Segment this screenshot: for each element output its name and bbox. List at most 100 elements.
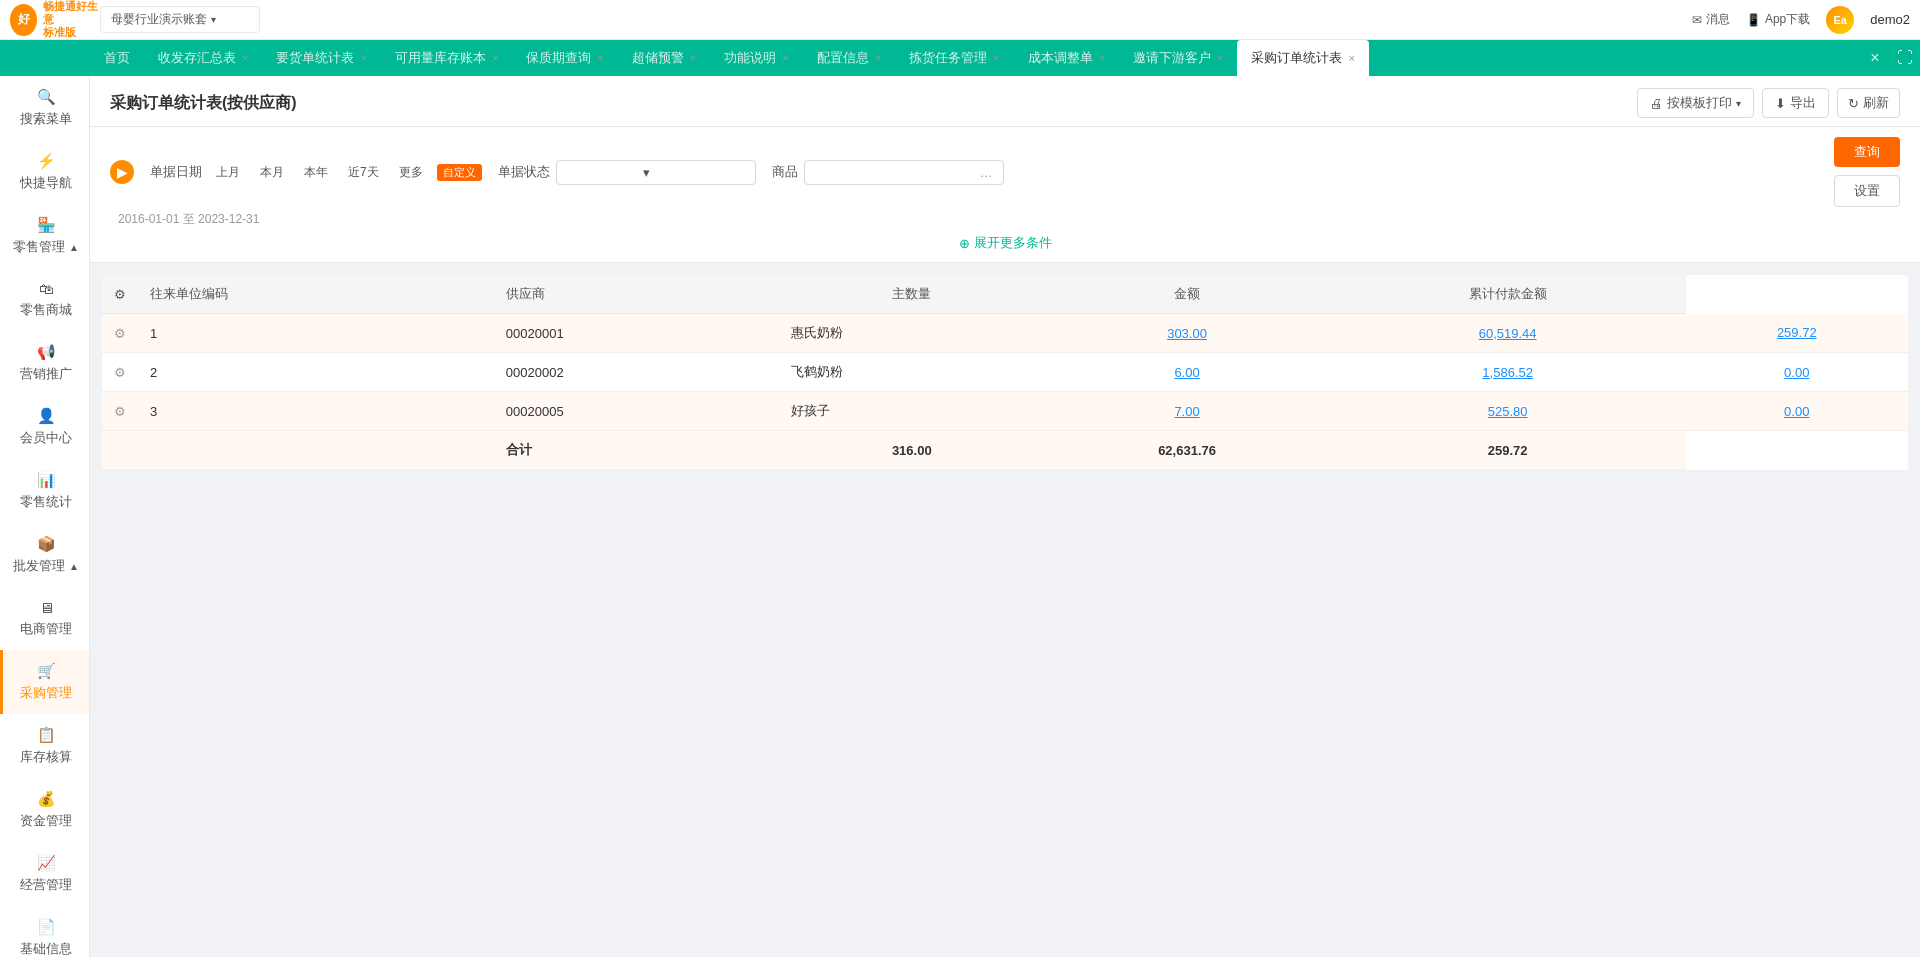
tab-close-icon[interactable]: × <box>492 52 498 64</box>
refresh-button[interactable]: ↻ 刷新 <box>1837 88 1900 118</box>
export-button[interactable]: ⬇ 导出 <box>1762 88 1829 118</box>
status-select[interactable]: ▾ <box>556 160 756 185</box>
sidebar-icon: 🛒 <box>37 662 56 680</box>
sidebar-item-经营管理[interactable]: 📈经营管理 <box>0 842 89 906</box>
main-layout: 🔍搜索菜单⚡快捷导航🏪零售管理▲🛍零售商城📢营销推广👤会员中心📊零售统计📦批发管… <box>0 76 1920 957</box>
sidebar-item-采购管理[interactable]: 🛒 采购管理 <box>0 650 89 714</box>
row-number: 1 <box>138 314 494 353</box>
sidebar: 🔍搜索菜单⚡快捷导航🏪零售管理▲🛍零售商城📢营销推广👤会员中心📊零售统计📦批发管… <box>0 76 90 957</box>
header-actions: 🖨 按模板打印 ▾ ⬇ 导出 ↻ 刷新 <box>1637 88 1900 118</box>
nav-tab-成本调整单[interactable]: 成本调整单× <box>1014 40 1119 76</box>
sidebar-label: 经营管理 <box>20 876 72 894</box>
col-paid: 累计付款金额 <box>1330 275 1686 314</box>
print-chevron: ▾ <box>1736 98 1741 109</box>
tab-close-icon[interactable]: × <box>360 52 366 64</box>
message-button[interactable]: ✉ 消息 <box>1692 11 1730 28</box>
sidebar-item-会员中心[interactable]: 👤会员中心 <box>0 395 89 459</box>
settings-button[interactable]: 设置 <box>1834 175 1900 207</box>
row-quantity[interactable]: 7.00 <box>1044 392 1329 431</box>
date-shortcut-上月[interactable]: 上月 <box>208 162 248 183</box>
nav-tab-保质期查询[interactable]: 保质期查询× <box>512 40 617 76</box>
date-shortcut-本月[interactable]: 本月 <box>252 162 292 183</box>
tab-close-icon[interactable]: × <box>1099 52 1105 64</box>
print-button[interactable]: 🖨 按模板打印 ▾ <box>1637 88 1754 118</box>
tab-close-icon[interactable]: × <box>1217 52 1223 64</box>
status-filter-item: 单据状态 ▾ <box>498 160 756 185</box>
toggle-arrow[interactable]: ▶ <box>110 160 134 184</box>
sidebar-item-基础信息[interactable]: 📄基础信息 <box>0 906 89 957</box>
nav-tab-超储预警[interactable]: 超储预警× <box>618 40 710 76</box>
tab-close-icon[interactable]: × <box>242 52 248 64</box>
workspace-chevron: ▾ <box>211 14 216 25</box>
app-download-button[interactable]: 📱 App下载 <box>1746 11 1810 28</box>
row-quantity[interactable]: 6.00 <box>1044 353 1329 392</box>
sidebar-label: 资金管理 <box>20 812 72 830</box>
row-paid[interactable]: 0.00 <box>1686 392 1908 431</box>
nav-tab-邀请下游客户[interactable]: 邀请下游客户× <box>1119 40 1237 76</box>
sidebar-item-资金管理[interactable]: 💰资金管理 <box>0 778 89 842</box>
tab-close-icon[interactable]: × <box>993 52 999 64</box>
date-shortcut-本年[interactable]: 本年 <box>296 162 336 183</box>
sidebar-item-搜索菜单[interactable]: 🔍搜索菜单 <box>0 76 89 140</box>
row-code: 00020001 <box>494 314 779 353</box>
nav-tab-收发存汇总表[interactable]: 收发存汇总表× <box>144 40 262 76</box>
nav-tab-采购订单统计表[interactable]: 采购订单统计表× <box>1237 40 1368 76</box>
query-button[interactable]: 查询 <box>1834 137 1900 167</box>
gear-icon[interactable]: ⚙ <box>114 365 126 380</box>
sidebar-label: 采购管理 <box>20 684 72 702</box>
sidebar-item-电商管理[interactable]: 🖥电商管理 <box>0 587 89 650</box>
goods-input[interactable]: … <box>804 160 1004 185</box>
close-all-button[interactable]: × <box>1860 40 1890 76</box>
sidebar-item-批发管理[interactable]: 📦批发管理▲ <box>0 523 89 587</box>
row-number: 2 <box>138 353 494 392</box>
row-gear[interactable]: ⚙ <box>102 314 138 353</box>
sidebar-item-零售统计[interactable]: 📊零售统计 <box>0 459 89 523</box>
date-shortcut-更多[interactable]: 更多 <box>391 162 431 183</box>
tab-close-icon[interactable]: × <box>782 52 788 64</box>
workspace-selector[interactable]: 母婴行业演示账套 ▾ <box>100 6 260 33</box>
gear-icon[interactable]: ⚙ <box>114 404 126 419</box>
col-gear: ⚙ <box>102 275 138 314</box>
nav-tab-要货单统计表[interactable]: 要货单统计表× <box>262 40 380 76</box>
nav-tab-功能说明[interactable]: 功能说明× <box>710 40 802 76</box>
row-amount[interactable]: 60,519.44 <box>1330 314 1686 353</box>
nav-tab-配置信息[interactable]: 配置信息× <box>803 40 895 76</box>
sidebar-item-零售管理[interactable]: 🏪零售管理▲ <box>0 204 89 268</box>
filter-row: ▶ 单据日期 上月本月本年近7天更多 自定义 单据状态 ▾ 商品 <box>110 137 1900 207</box>
sidebar-item-零售商城[interactable]: 🛍零售商城 <box>0 268 89 331</box>
message-icon: ✉ <box>1692 13 1702 27</box>
row-gear[interactable]: ⚙ <box>102 392 138 431</box>
sidebar-item-库存核算[interactable]: 📋库存核算 <box>0 714 89 778</box>
date-shortcut-近7天[interactable]: 近7天 <box>340 162 387 183</box>
gear-icon[interactable]: ⚙ <box>114 326 126 341</box>
nav-tab-拣货任务管理[interactable]: 拣货任务管理× <box>895 40 1013 76</box>
sidebar-item-营销推广[interactable]: 📢营销推广 <box>0 331 89 395</box>
row-quantity[interactable]: 303.00 <box>1044 314 1329 353</box>
workspace-name: 母婴行业演示账套 <box>111 11 207 28</box>
goods-ellipsis: … <box>980 165 993 180</box>
tab-close-icon[interactable]: × <box>597 52 603 64</box>
footer-label: 合计 <box>494 431 779 470</box>
tab-close-icon[interactable]: × <box>1348 52 1354 64</box>
status-chevron: ▾ <box>643 165 650 180</box>
tab-close-icon[interactable]: × <box>875 52 881 64</box>
tab-close-icon[interactable]: × <box>690 52 696 64</box>
row-paid[interactable]: 259.72 <box>1686 314 1908 353</box>
col-amount: 金额 <box>1044 275 1329 314</box>
nav-tab-首页[interactable]: 首页 <box>90 40 144 76</box>
sidebar-icon: 📊 <box>37 471 56 489</box>
sidebar-icon: 👤 <box>37 407 56 425</box>
maximize-button[interactable]: ⛶ <box>1890 40 1920 76</box>
row-gear[interactable]: ⚙ <box>102 353 138 392</box>
date-shortcuts: 上月本月本年近7天更多 <box>208 162 431 183</box>
expand-button[interactable]: ⊕ 展开更多条件 <box>959 234 1052 252</box>
avatar: Ea <box>1826 6 1854 34</box>
sidebar-item-快捷导航[interactable]: ⚡快捷导航 <box>0 140 89 204</box>
username[interactable]: demo2 <box>1870 12 1910 27</box>
row-amount[interactable]: 525.80 <box>1330 392 1686 431</box>
sidebar-label: 批发管理 <box>13 557 65 575</box>
row-paid[interactable]: 0.00 <box>1686 353 1908 392</box>
custom-badge[interactable]: 自定义 <box>437 164 482 181</box>
row-amount[interactable]: 1,586.52 <box>1330 353 1686 392</box>
nav-tab-可用量库存账本[interactable]: 可用量库存账本× <box>381 40 512 76</box>
